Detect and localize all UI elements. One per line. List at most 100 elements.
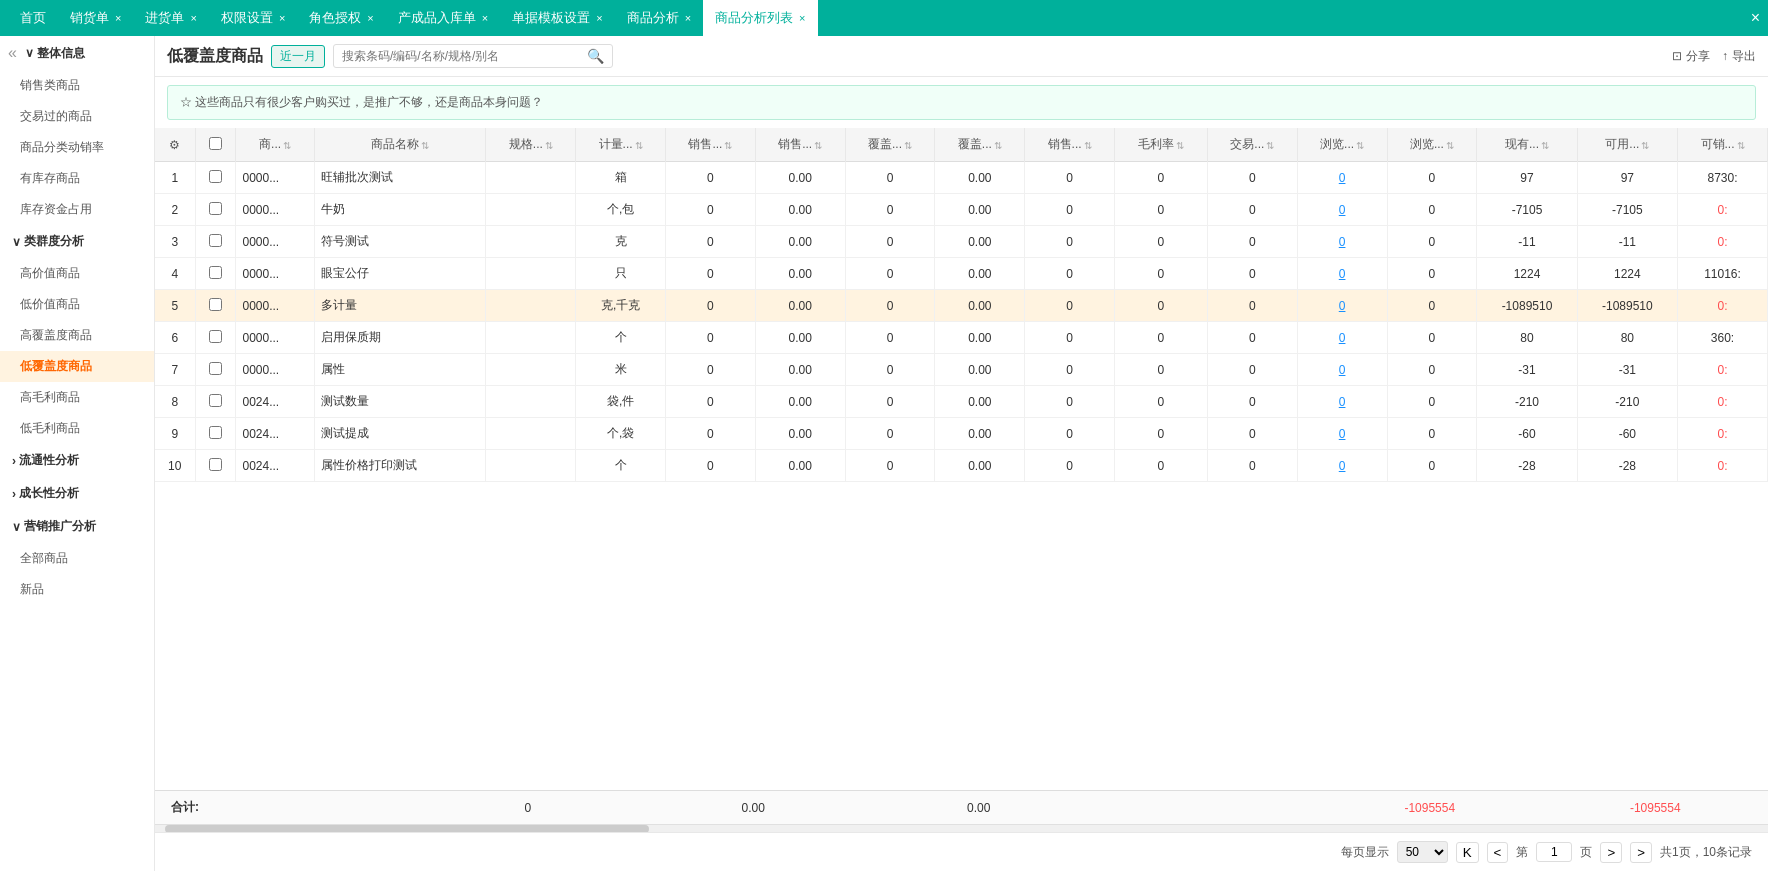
- row-browse1[interactable]: 0: [1297, 354, 1387, 386]
- sidebar-section-growth[interactable]: › 成长性分析: [0, 477, 154, 510]
- row-browse1[interactable]: 0: [1297, 194, 1387, 226]
- close-icon[interactable]: ×: [685, 12, 691, 24]
- horizontal-scrollbar[interactable]: [155, 824, 1768, 832]
- sidebar-item-low-margin[interactable]: 低毛利商品: [0, 413, 154, 444]
- row-browse1[interactable]: 0: [1297, 418, 1387, 450]
- close-icon[interactable]: ×: [367, 12, 373, 24]
- sidebar-item-inventory-goods[interactable]: 有库存商品: [0, 163, 154, 194]
- row-browse1[interactable]: 0: [1297, 386, 1387, 418]
- sidebar-item-traded-goods[interactable]: 交易过的商品: [0, 101, 154, 132]
- sidebar-item-capital[interactable]: 库存资金占用: [0, 194, 154, 225]
- row-checkbox[interactable]: [195, 418, 236, 450]
- row-select-checkbox[interactable]: [209, 202, 222, 215]
- row-checkbox[interactable]: [195, 162, 236, 194]
- search-input[interactable]: [342, 49, 587, 63]
- first-page-button[interactable]: K: [1456, 842, 1479, 863]
- sidebar-item-category-rate[interactable]: 商品分类动销率: [0, 132, 154, 163]
- col-sellable[interactable]: 可销...: [1678, 128, 1768, 162]
- sidebar-item-low-value[interactable]: 低价值商品: [0, 289, 154, 320]
- close-icon[interactable]: ×: [115, 12, 121, 24]
- expand-arrow-icon: ›: [12, 454, 16, 468]
- col-name[interactable]: 商品名称: [314, 128, 486, 162]
- row-checkbox[interactable]: [195, 354, 236, 386]
- nav-finished[interactable]: 产成品入库单 ×: [386, 0, 500, 36]
- prev-page-button[interactable]: <: [1487, 842, 1509, 863]
- row-select-checkbox[interactable]: [209, 458, 222, 471]
- close-icon[interactable]: ×: [279, 12, 285, 24]
- row-browse1[interactable]: 0: [1297, 322, 1387, 354]
- col-sale-amt[interactable]: 销售...: [755, 128, 845, 162]
- row-select-checkbox[interactable]: [209, 170, 222, 183]
- col-cover2[interactable]: 覆盖...: [935, 128, 1025, 162]
- col-available[interactable]: 可用...: [1577, 128, 1677, 162]
- col-code[interactable]: 商...: [236, 128, 314, 162]
- nav-goods-analysis-list[interactable]: 商品分析列表 ×: [703, 0, 817, 36]
- sidebar-item-new-goods[interactable]: 新品: [0, 574, 154, 605]
- close-icon[interactable]: ×: [482, 12, 488, 24]
- col-cover1[interactable]: 覆盖...: [845, 128, 935, 162]
- col-current[interactable]: 现有...: [1477, 128, 1577, 162]
- sidebar-item-all-goods[interactable]: 全部商品: [0, 543, 154, 574]
- sidebar-section-marketing[interactable]: ∨ 营销推广分析: [0, 510, 154, 543]
- sidebar-section-cluster[interactable]: ∨ 类群度分析: [0, 225, 154, 258]
- row-checkbox[interactable]: [195, 258, 236, 290]
- col-checkbox[interactable]: [195, 128, 236, 162]
- row-checkbox[interactable]: [195, 450, 236, 482]
- row-browse1[interactable]: 0: [1297, 162, 1387, 194]
- row-select-checkbox[interactable]: [209, 362, 222, 375]
- sidebar-section-overall[interactable]: ∨ 整体信息: [21, 45, 85, 62]
- sidebar-item-high-margin[interactable]: 高毛利商品: [0, 382, 154, 413]
- nav-role[interactable]: 角色授权 ×: [297, 0, 385, 36]
- row-select-checkbox[interactable]: [209, 394, 222, 407]
- footer-cover2: 0.00: [866, 801, 1092, 815]
- row-select-checkbox[interactable]: [209, 266, 222, 279]
- col-browse2[interactable]: 浏览...: [1387, 128, 1477, 162]
- nav-template[interactable]: 单据模板设置 ×: [500, 0, 614, 36]
- row-checkbox[interactable]: [195, 322, 236, 354]
- col-browse1[interactable]: 浏览...: [1297, 128, 1387, 162]
- page-input[interactable]: [1536, 842, 1572, 862]
- row-checkbox[interactable]: [195, 226, 236, 258]
- period-badge[interactable]: 近一月: [271, 45, 325, 68]
- row-browse1[interactable]: 0: [1297, 226, 1387, 258]
- last-page-button[interactable]: >: [1630, 842, 1652, 863]
- sidebar-item-high-coverage[interactable]: 高覆盖度商品: [0, 320, 154, 351]
- col-sale3[interactable]: 销售...: [1025, 128, 1115, 162]
- col-gross[interactable]: 毛利率: [1115, 128, 1208, 162]
- col-trade[interactable]: 交易...: [1207, 128, 1297, 162]
- sidebar-item-high-value[interactable]: 高价值商品: [0, 258, 154, 289]
- row-checkbox[interactable]: [195, 386, 236, 418]
- col-gear[interactable]: [155, 128, 195, 162]
- row-select-checkbox[interactable]: [209, 298, 222, 311]
- col-unit[interactable]: 计量...: [576, 128, 666, 162]
- close-icon[interactable]: ×: [596, 12, 602, 24]
- next-page-button[interactable]: >: [1600, 842, 1622, 863]
- nav-purchase[interactable]: 进货单 ×: [133, 0, 208, 36]
- share-button[interactable]: ⊡ 分享: [1672, 48, 1710, 65]
- row-checkbox[interactable]: [195, 194, 236, 226]
- nav-sales[interactable]: 销货单 ×: [58, 0, 133, 36]
- per-page-select[interactable]: 50 20 100: [1397, 841, 1448, 863]
- row-select-checkbox[interactable]: [209, 426, 222, 439]
- window-close-button[interactable]: ×: [1751, 9, 1760, 27]
- close-icon[interactable]: ×: [799, 12, 805, 24]
- sidebar-section-circulation[interactable]: › 流通性分析: [0, 444, 154, 477]
- row-checkbox[interactable]: [195, 290, 236, 322]
- row-browse1[interactable]: 0: [1297, 450, 1387, 482]
- col-spec[interactable]: 规格...: [486, 128, 576, 162]
- nav-permission[interactable]: 权限设置 ×: [209, 0, 297, 36]
- nav-home[interactable]: 首页: [8, 0, 58, 36]
- select-all-checkbox[interactable]: [209, 137, 222, 150]
- sidebar-collapse-button[interactable]: «: [8, 44, 17, 62]
- row-select-checkbox[interactable]: [209, 330, 222, 343]
- row-browse1[interactable]: 0: [1297, 290, 1387, 322]
- col-sale-qty[interactable]: 销售...: [666, 128, 756, 162]
- row-name: 旺辅批次测试: [314, 162, 486, 194]
- export-button[interactable]: ↑ 导出: [1722, 48, 1756, 65]
- row-browse1[interactable]: 0: [1297, 258, 1387, 290]
- sidebar-item-sales-goods[interactable]: 销售类商品: [0, 70, 154, 101]
- row-select-checkbox[interactable]: [209, 234, 222, 247]
- close-icon[interactable]: ×: [190, 12, 196, 24]
- nav-goods-analysis[interactable]: 商品分析 ×: [615, 0, 703, 36]
- sidebar-item-low-coverage[interactable]: 低覆盖度商品: [0, 351, 154, 382]
